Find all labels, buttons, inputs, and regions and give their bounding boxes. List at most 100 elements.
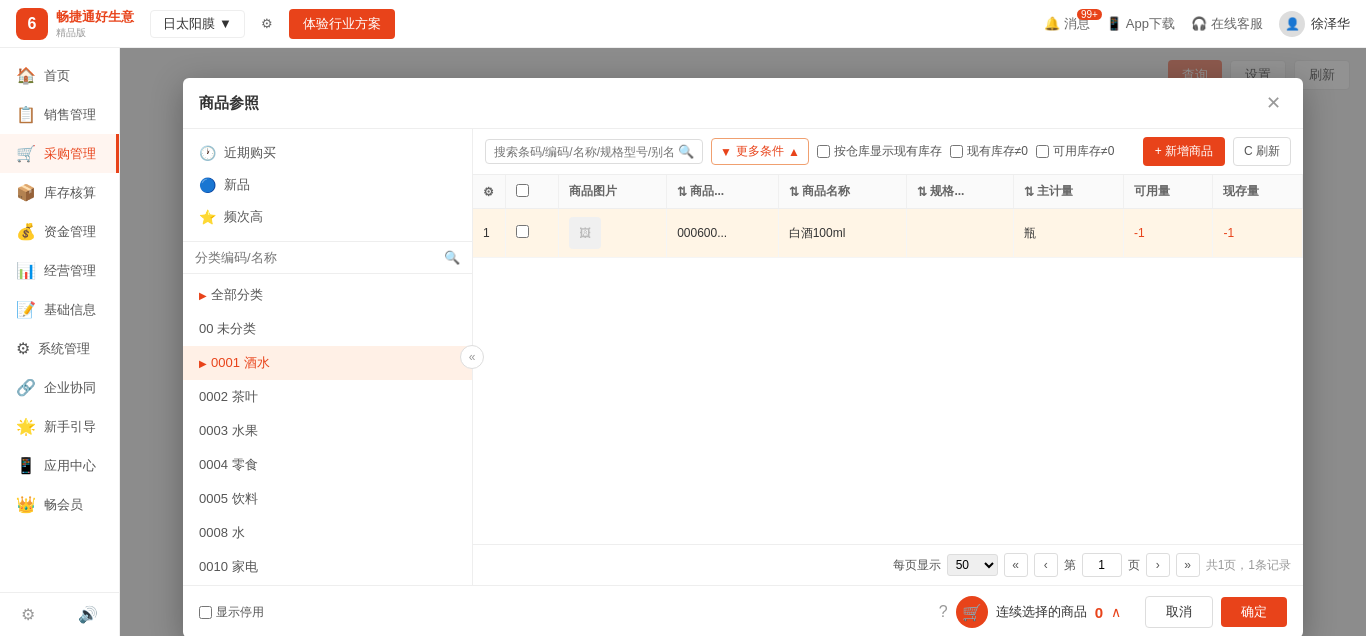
apps-icon: 📱: [16, 456, 36, 475]
category-drinks[interactable]: 0005 饮料: [183, 482, 472, 516]
filter-recent-purchase[interactable]: 🕐 近期购买: [183, 137, 472, 169]
category-fruit[interactable]: 0003 水果: [183, 414, 472, 448]
sidebar-item-operations[interactable]: 📊 经营管理: [0, 251, 119, 290]
col-unit: ⇅ 主计量: [1014, 175, 1124, 209]
sidebar-item-inventory[interactable]: 📦 库存核算: [0, 173, 119, 212]
filter-new-products[interactable]: 🔵 新品: [183, 169, 472, 201]
product-table-container: ⚙ 商品图片 ⇅ 商品...: [473, 175, 1303, 544]
sidebar-item-sales[interactable]: 📋 销售管理: [0, 95, 119, 134]
recent-purchase-icon: 🕐: [199, 145, 216, 161]
sort-icon[interactable]: ⇅: [917, 185, 927, 199]
category-unclassified[interactable]: 00 未分类: [183, 312, 472, 346]
prev-page-button[interactable]: ‹: [1034, 553, 1058, 577]
category-all[interactable]: ▶ 全部分类: [183, 278, 472, 312]
chevron-down-icon: ▼: [219, 16, 232, 31]
trial-button[interactable]: 体验行业方案: [289, 9, 395, 39]
sidebar: 🏠 首页 📋 销售管理 🛒 采购管理 📦 库存核算 💰 资金管理 📊 经营管理 …: [0, 48, 120, 636]
sort-icon[interactable]: ⇅: [789, 185, 799, 199]
sidebar-item-label: 经营管理: [44, 262, 96, 280]
app-download-button[interactable]: 📱 App下载: [1106, 15, 1175, 33]
help-icon[interactable]: ?: [939, 603, 948, 621]
branch-dropdown[interactable]: 日太阳膜 ▼: [150, 10, 245, 38]
add-product-button[interactable]: + 新增商品: [1143, 137, 1225, 166]
category-search-input[interactable]: [195, 250, 440, 265]
confirm-button[interactable]: 确定: [1221, 597, 1287, 627]
sidebar-item-member[interactable]: 👑 畅会员: [0, 485, 119, 524]
messages-button[interactable]: 🔔 消息 99+: [1044, 15, 1090, 33]
new-product-icon: 🔵: [199, 177, 216, 193]
product-search-input[interactable]: [494, 145, 674, 159]
sidebar-item-label: 采购管理: [44, 145, 96, 163]
product-reference-modal: 商品参照 ✕ 🕐 近期购买 🔵: [183, 78, 1303, 636]
last-page-button[interactable]: »: [1176, 553, 1200, 577]
modal-title: 商品参照: [199, 94, 259, 113]
sidebar-item-label: 新手引导: [44, 418, 96, 436]
finance-icon: 💰: [16, 222, 36, 241]
refresh-button[interactable]: C 刷新: [1233, 137, 1291, 166]
category-appliances[interactable]: 0010 家电: [183, 550, 472, 584]
category-tea[interactable]: 0002 茶叶: [183, 380, 472, 414]
table-body: 1 🖼: [473, 209, 1303, 258]
sidebar-bottom: ⚙ 🔊: [0, 592, 119, 636]
sidebar-item-collab[interactable]: 🔗 企业协同: [0, 368, 119, 407]
online-service-button[interactable]: 🎧 在线客服: [1191, 15, 1263, 33]
sidebar-item-label: 企业协同: [44, 379, 96, 397]
sidebar-item-purchase[interactable]: 🛒 采购管理: [0, 134, 119, 173]
cart-collapse-button[interactable]: ∧: [1111, 604, 1121, 620]
user-menu[interactable]: 👤 徐泽华: [1279, 11, 1350, 37]
col-settings: ⚙: [473, 175, 505, 209]
col-available: 可用量: [1124, 175, 1213, 209]
sidebar-audio-icon[interactable]: 🔊: [78, 605, 98, 624]
system-icon: ⚙: [16, 339, 30, 358]
col-stock: 现存量: [1213, 175, 1303, 209]
show-disabled-checkbox[interactable]: 显示停用: [199, 604, 264, 621]
table-row[interactable]: 1 🖼: [473, 209, 1303, 258]
col-checkbox: [505, 175, 558, 209]
panel-collapse-button[interactable]: «: [460, 345, 484, 369]
cell-code: 000600...: [667, 209, 779, 258]
sort-icon[interactable]: ⇅: [1024, 185, 1034, 199]
cell-num: 1: [473, 209, 505, 258]
stock-ne0-filter[interactable]: 现有库存≠0: [950, 143, 1028, 160]
svg-text:🖼: 🖼: [579, 226, 591, 240]
cell-stock: -1: [1213, 209, 1303, 258]
logo-area: 6 畅捷通好生意 精品版: [16, 8, 134, 40]
col-spec: ⇅ 规格...: [907, 175, 1014, 209]
sidebar-gear-icon[interactable]: ⚙: [21, 605, 35, 624]
logo-text: 畅捷通好生意 精品版: [56, 8, 134, 40]
filter-high-frequency[interactable]: ⭐ 频次高: [183, 201, 472, 233]
page-size-select[interactable]: 50 100 200: [947, 554, 998, 576]
sidebar-item-finance[interactable]: 💰 资金管理: [0, 212, 119, 251]
sidebar-item-basic-info[interactable]: 📝 基础信息: [0, 290, 119, 329]
category-liquor[interactable]: ▶ 0001 酒水: [183, 346, 472, 380]
category-snacks[interactable]: 0004 零食: [183, 448, 472, 482]
inventory-icon: 📦: [16, 183, 36, 202]
sort-icon[interactable]: ⇅: [677, 185, 687, 199]
left-panel: 🕐 近期购买 🔵 新品 ⭐ 频次高: [183, 129, 473, 585]
settings-icon[interactable]: ⚙: [253, 10, 281, 38]
search-icon[interactable]: 🔍: [678, 144, 694, 159]
sidebar-item-guide[interactable]: 🌟 新手引导: [0, 407, 119, 446]
sidebar-item-label: 库存核算: [44, 184, 96, 202]
page-content: 查询 设置 刷新 商品参照 ✕ 🕐: [120, 48, 1366, 636]
page-number-input[interactable]: [1082, 553, 1122, 577]
sidebar-item-home[interactable]: 🏠 首页: [0, 56, 119, 95]
category-search-icon[interactable]: 🔍: [444, 250, 460, 265]
available-ne0-filter[interactable]: 可用库存≠0: [1036, 143, 1114, 160]
cell-unit: 瓶: [1014, 209, 1124, 258]
next-page-button[interactable]: ›: [1146, 553, 1170, 577]
modal-close-button[interactable]: ✕: [1260, 90, 1287, 116]
cancel-button[interactable]: 取消: [1145, 596, 1213, 628]
more-filters-button[interactable]: ▼ 更多条件 ▲: [711, 138, 809, 165]
collab-icon: 🔗: [16, 378, 36, 397]
cell-image: 🖼: [558, 209, 666, 258]
cart-button[interactable]: 🛒: [956, 596, 988, 628]
category-water[interactable]: 0008 水: [183, 516, 472, 550]
sidebar-item-apps[interactable]: 📱 应用中心: [0, 446, 119, 485]
sidebar-item-system[interactable]: ⚙ 系统管理: [0, 329, 119, 368]
sidebar-item-label: 应用中心: [44, 457, 96, 475]
first-page-button[interactable]: «: [1004, 553, 1028, 577]
avatar: 👤: [1279, 11, 1305, 37]
warehouse-stock-filter[interactable]: 按仓库显示现有库存: [817, 143, 942, 160]
category-tree: ▶ 全部分类 00 未分类 ▶ 0001 酒水 0002 茶: [183, 274, 472, 585]
